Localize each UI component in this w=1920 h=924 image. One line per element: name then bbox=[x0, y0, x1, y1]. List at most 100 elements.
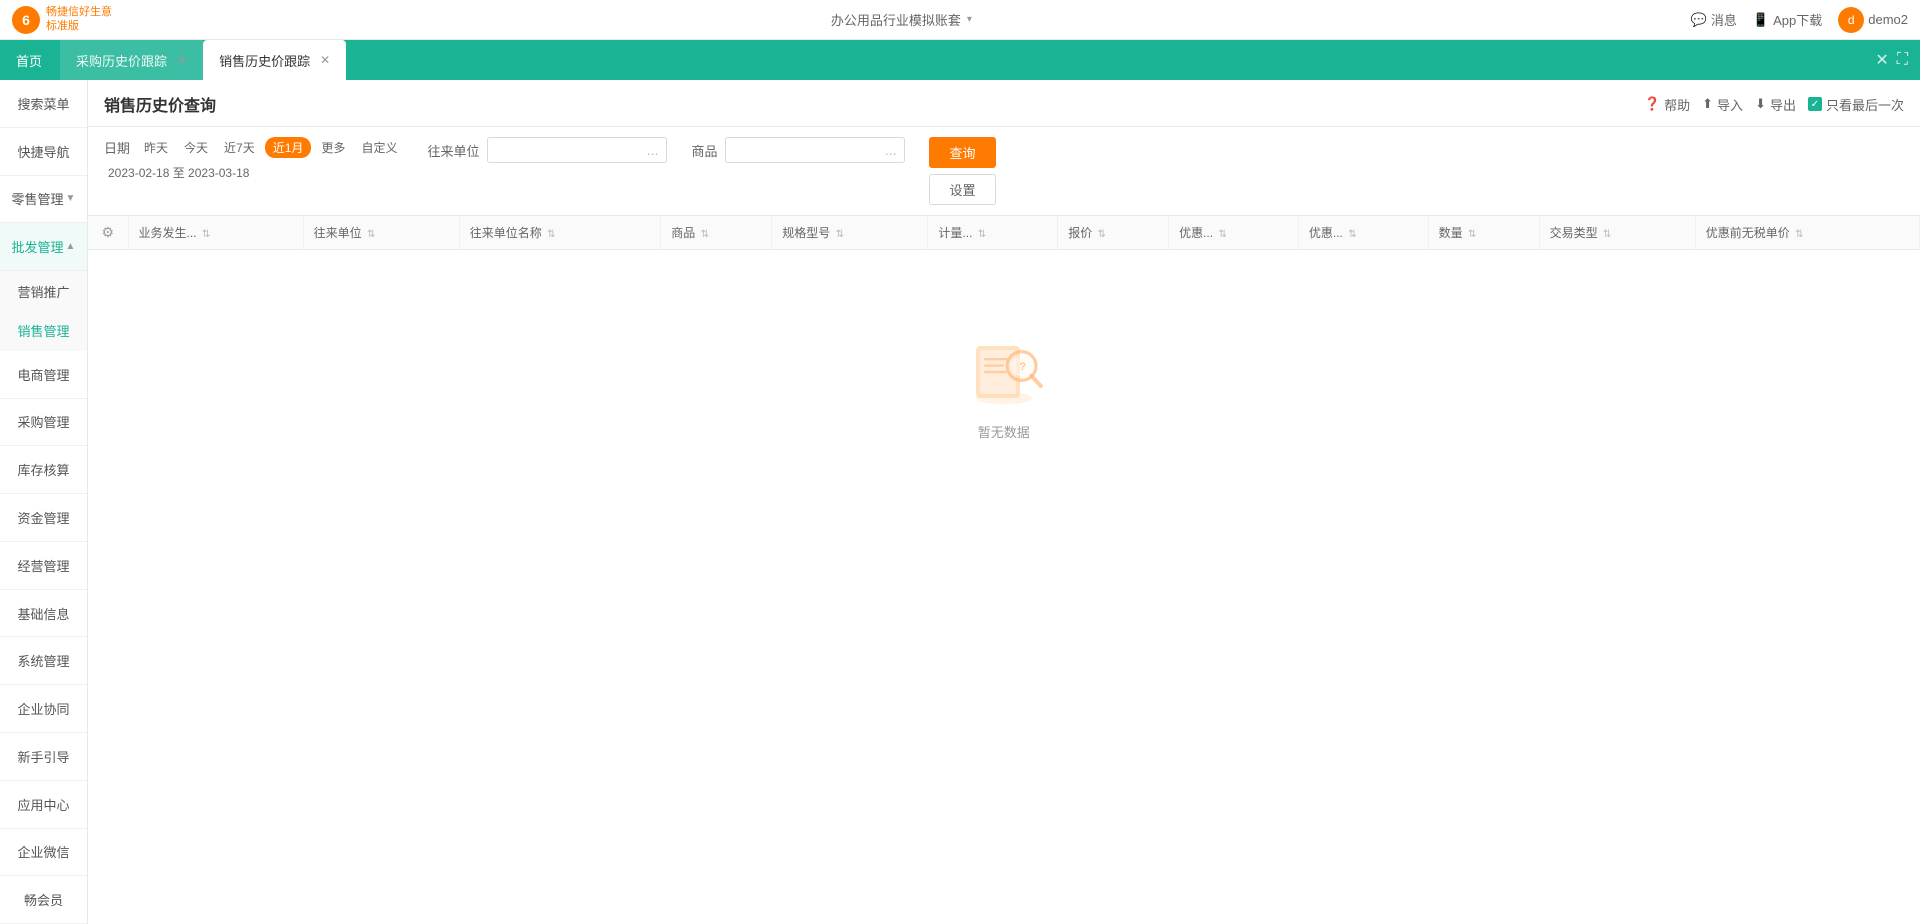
date-opt-last1m[interactable]: 近1月 bbox=[265, 137, 312, 158]
col-unit[interactable]: 计量... ⇅ bbox=[928, 216, 1058, 250]
sort-icon-quantity: ⇅ bbox=[1468, 229, 1476, 240]
sidebar-item-wholesale[interactable]: 批发管理 ▲ bbox=[0, 223, 87, 271]
empty-text: 暂无数据 bbox=[978, 422, 1030, 441]
col-spec[interactable]: 规格型号 ⇅ bbox=[772, 216, 928, 250]
export-button[interactable]: ⬇ 导出 bbox=[1755, 95, 1796, 114]
sort-icon-unit: ⇅ bbox=[978, 229, 986, 240]
counterpart-filter-group: 往来单位 ... bbox=[427, 137, 667, 163]
close-all-tabs-button[interactable]: ✕ bbox=[1875, 50, 1888, 70]
settings-button[interactable]: 设置 bbox=[929, 174, 995, 205]
logo-text: 畅捷信好生意 标准版 bbox=[46, 6, 112, 32]
counterpart-input[interactable]: ... bbox=[487, 137, 667, 163]
sidebar-item-enterprise-wechat[interactable]: 企业微信 bbox=[0, 829, 87, 877]
sidebar-item-inventory[interactable]: 库存核算 bbox=[0, 446, 87, 494]
col-settings[interactable]: ⚙ bbox=[88, 216, 128, 250]
filter-row: 日期 昨天 今天 近7天 近1月 更多 自定义 2023-02-18 至 202… bbox=[104, 137, 996, 205]
sidebar-item-marketing[interactable]: 营销推广 bbox=[0, 271, 87, 311]
only-last-toggle[interactable]: ✓ 只看最后一次 bbox=[1808, 95, 1904, 114]
product-input-dots[interactable]: ... bbox=[885, 142, 897, 158]
sidebar-item-finance[interactable]: 资金管理 bbox=[0, 494, 87, 542]
date-label: 日期 bbox=[104, 138, 130, 157]
gear-icon[interactable]: ⚙ bbox=[101, 224, 114, 240]
main-layout: 搜索菜单 快捷导航 零售管理 ▼ 批发管理 ▲ 营销推广 销售管理 电商管理 采 bbox=[0, 80, 1920, 924]
tab-sales-history-close[interactable]: ✕ bbox=[320, 53, 330, 67]
sidebar-item-guide[interactable]: 新手引导 bbox=[0, 733, 87, 781]
sidebar: 搜索菜单 快捷导航 零售管理 ▼ 批发管理 ▲ 营销推广 销售管理 电商管理 采 bbox=[0, 80, 88, 924]
content-area: 销售历史价查询 ❓ 帮助 ⬆ 导入 ⬇ 导出 ✓ bbox=[88, 80, 1920, 924]
col-counterpart-name[interactable]: 往来单位名称 ⇅ bbox=[459, 216, 661, 250]
tab-purchase-history-close[interactable]: ✕ bbox=[177, 53, 187, 67]
import-button[interactable]: ⬆ 导入 bbox=[1702, 95, 1743, 114]
page-header-actions: ❓ 帮助 ⬆ 导入 ⬇ 导出 ✓ 只看最后一次 bbox=[1644, 95, 1904, 114]
empty-state-row: ? 暂无数据 bbox=[88, 250, 1920, 522]
table-container: ⚙ 业务发生... ⇅ 往来单位 ⇅ 往来单位名称 ⇅ bbox=[88, 216, 1920, 924]
only-last-checkbox[interactable]: ✓ bbox=[1808, 97, 1822, 111]
fullscreen-button[interactable]: ⛶ bbox=[1897, 51, 1908, 69]
sidebar-item-retail[interactable]: 零售管理 ▼ bbox=[0, 176, 87, 224]
col-discount2[interactable]: 优惠... ⇅ bbox=[1298, 216, 1428, 250]
filter-btn-row: 查询 设置 bbox=[929, 137, 995, 205]
sidebar-item-purchase[interactable]: 采购管理 bbox=[0, 399, 87, 447]
date-range-display: 2023-02-18 至 2023-03-18 bbox=[108, 164, 403, 181]
message-icon: 💬 bbox=[1691, 12, 1707, 28]
sort-icon-discount1: ⇅ bbox=[1218, 229, 1226, 240]
sidebar-item-operations[interactable]: 经营管理 bbox=[0, 542, 87, 590]
sidebar-item-member[interactable]: 畅会员 bbox=[0, 876, 87, 924]
help-icon: ❓ bbox=[1644, 96, 1660, 112]
col-quantity[interactable]: 数量 ⇅ bbox=[1428, 216, 1539, 250]
top-bar: 6 畅捷信好生意 标准版 办公用品行业模拟账套 ▾ 💬 消息 📱 App下载 d… bbox=[0, 0, 1920, 40]
table-body: ? 暂无数据 bbox=[88, 250, 1920, 522]
sort-icon-biz-date: ⇅ bbox=[202, 229, 210, 240]
tab-sales-history[interactable]: 销售历史价跟踪 ✕ bbox=[203, 40, 346, 80]
sidebar-item-ecommerce[interactable]: 电商管理 bbox=[0, 351, 87, 399]
workspace-dropdown-arrow[interactable]: ▾ bbox=[967, 14, 972, 25]
sort-icon-quoted-price: ⇅ bbox=[1098, 229, 1106, 240]
date-opt-custom[interactable]: 自定义 bbox=[355, 137, 403, 158]
counterpart-label: 往来单位 bbox=[427, 141, 479, 160]
app-download-button[interactable]: 📱 App下载 bbox=[1753, 10, 1822, 29]
sort-icon-trade-type: ⇅ bbox=[1603, 229, 1611, 240]
app-download-icon: 📱 bbox=[1753, 12, 1769, 28]
date-options: 昨天 今天 近7天 近1月 更多 自定义 bbox=[138, 137, 403, 158]
date-opt-yesterday[interactable]: 昨天 bbox=[138, 137, 174, 158]
sidebar-item-app-center[interactable]: 应用中心 bbox=[0, 781, 87, 829]
sidebar-item-basic-info[interactable]: 基础信息 bbox=[0, 590, 87, 638]
sidebar-item-quick-nav[interactable]: 快捷导航 bbox=[0, 128, 87, 176]
message-button[interactable]: 💬 消息 bbox=[1691, 10, 1737, 29]
col-pre-tax-price[interactable]: 优惠前无税单价 ⇅ bbox=[1695, 216, 1919, 250]
col-product[interactable]: 商品 ⇅ bbox=[661, 216, 772, 250]
counterpart-input-dots[interactable]: ... bbox=[647, 142, 659, 158]
col-trade-type[interactable]: 交易类型 ⇅ bbox=[1539, 216, 1695, 250]
sidebar-item-search[interactable]: 搜索菜单 bbox=[0, 80, 87, 128]
retail-arrow-icon: ▼ bbox=[66, 193, 76, 204]
date-filter-group: 日期 昨天 今天 近7天 近1月 更多 自定义 bbox=[104, 137, 403, 158]
col-discount1[interactable]: 优惠... ⇅ bbox=[1169, 216, 1299, 250]
empty-state: ? 暂无数据 bbox=[88, 250, 1920, 521]
sort-icon-product: ⇅ bbox=[701, 229, 709, 240]
date-filter-col: 日期 昨天 今天 近7天 近1月 更多 自定义 2023-02-18 至 202… bbox=[104, 137, 403, 181]
top-bar-left: 6 畅捷信好生意 标准版 bbox=[12, 6, 112, 34]
tab-purchase-history[interactable]: 采购历史价跟踪 ✕ bbox=[60, 40, 203, 80]
logo-icon: 6 bbox=[12, 6, 40, 34]
logo-area: 6 畅捷信好生意 标准版 bbox=[12, 6, 112, 34]
help-button[interactable]: ❓ 帮助 bbox=[1644, 95, 1690, 114]
wholesale-arrow-icon: ▲ bbox=[66, 241, 76, 252]
user-menu[interactable]: d demo2 bbox=[1838, 7, 1908, 33]
product-input[interactable]: ... bbox=[725, 137, 905, 163]
col-biz-date[interactable]: 业务发生... ⇅ bbox=[128, 216, 303, 250]
tab-home[interactable]: 首页 bbox=[0, 40, 58, 80]
date-opt-last7[interactable]: 近7天 bbox=[218, 137, 261, 158]
sidebar-item-sales-mgmt[interactable]: 销售管理 bbox=[0, 311, 87, 351]
workspace-selector[interactable]: 办公用品行业模拟账套 ▾ bbox=[831, 10, 972, 29]
col-counterpart-code[interactable]: 往来单位 ⇅ bbox=[303, 216, 459, 250]
col-quoted-price[interactable]: 报价 ⇅ bbox=[1058, 216, 1169, 250]
table-header: ⚙ 业务发生... ⇅ 往来单位 ⇅ 往来单位名称 ⇅ bbox=[88, 216, 1920, 250]
query-button[interactable]: 查询 bbox=[929, 137, 995, 168]
date-opt-more[interactable]: 更多 bbox=[315, 137, 351, 158]
empty-icon: ? bbox=[954, 330, 1054, 410]
sidebar-item-enterprise[interactable]: 企业协同 bbox=[0, 685, 87, 733]
sidebar-item-system[interactable]: 系统管理 bbox=[0, 637, 87, 685]
tab-bar: 首页 采购历史价跟踪 ✕ 销售历史价跟踪 ✕ ✕ ⛶ bbox=[0, 40, 1920, 80]
date-opt-today[interactable]: 今天 bbox=[178, 137, 214, 158]
counterpart-filter-col: 往来单位 ... bbox=[427, 137, 667, 163]
